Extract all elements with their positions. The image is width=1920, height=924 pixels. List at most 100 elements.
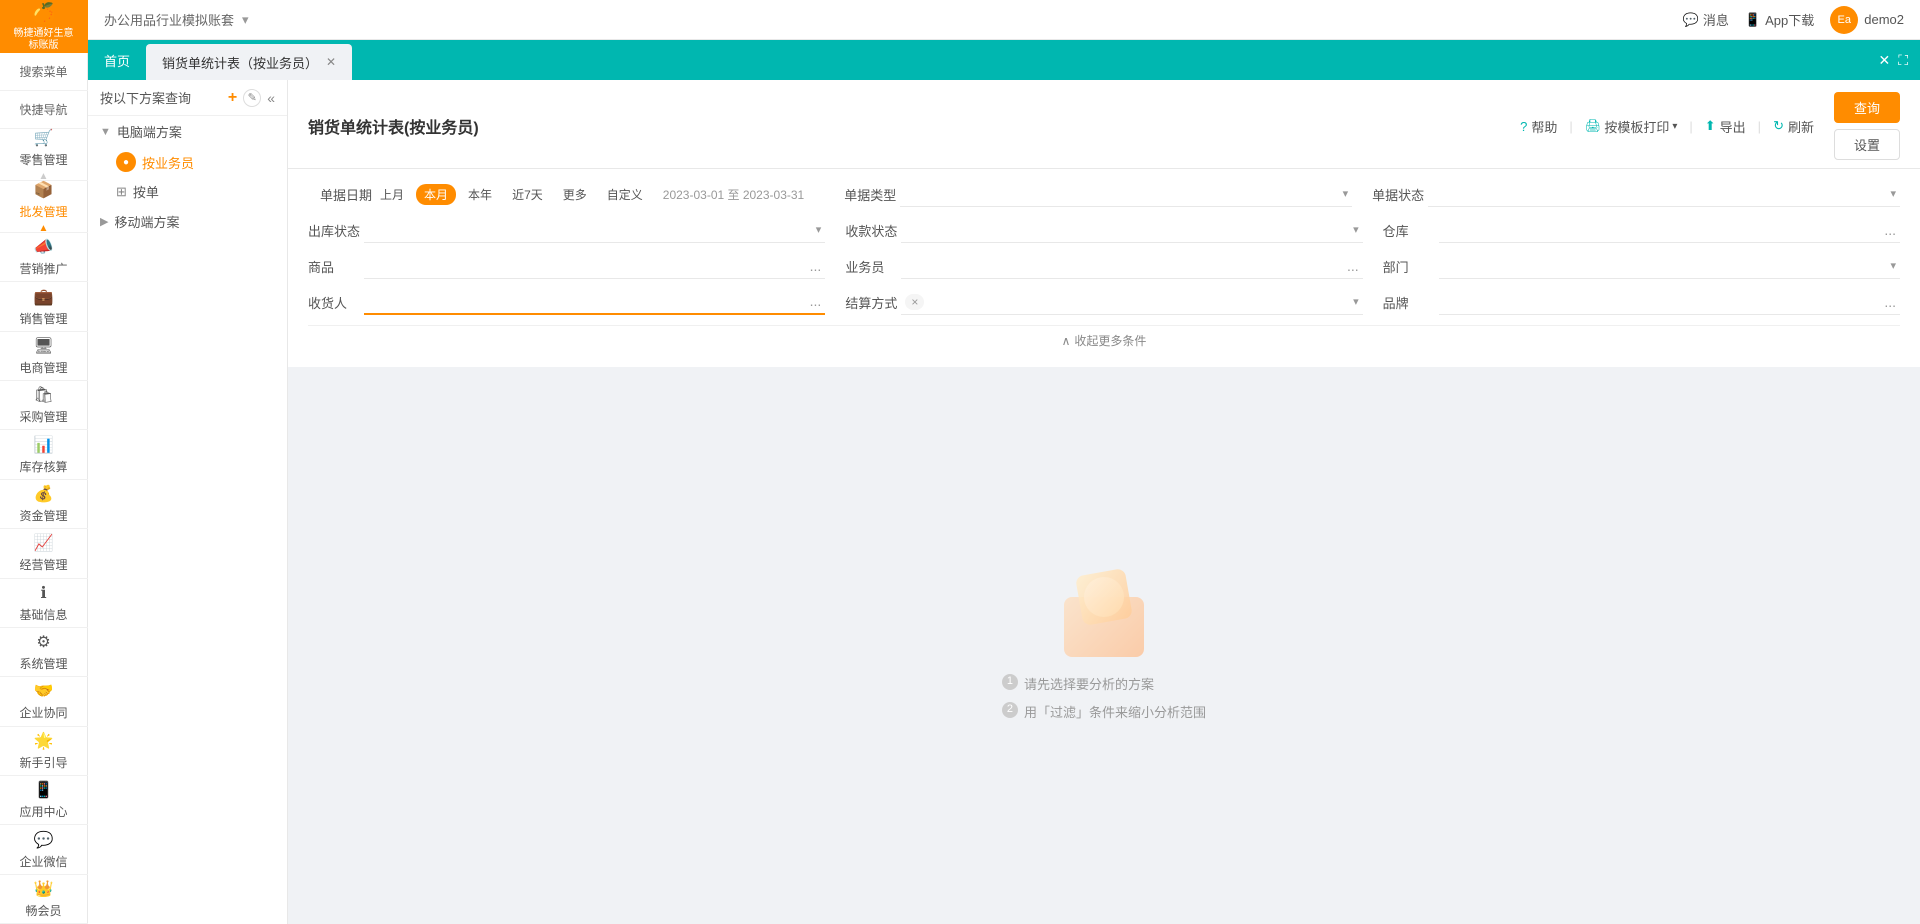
tree-group-mobile[interactable]: ▶ 移动端方案 [88,206,287,237]
sidebar-item-member[interactable]: 👑 畅会员 [0,875,88,924]
doc-type-arrow: ▾ [1343,187,1349,200]
marketing-icon: 📣 [34,237,54,257]
sidebar-item-system[interactable]: ⚙ 系统管理 [0,628,88,677]
tab-salesstat[interactable]: 销货单统计表（按业务员） ✕ [146,44,352,80]
tree-item-by-salesman[interactable]: ● 按业务员 [88,147,287,177]
corp-icon: 🤝 [34,681,54,701]
dept-select[interactable]: ▾ [1439,253,1900,279]
goods-dots[interactable]: ... [810,258,822,274]
date-tab-lastmonth[interactable]: 上月 [372,184,412,205]
sidebar-item-wholesale[interactable]: 📦 批发管理 ▲ [0,181,88,233]
sidebar-item-corp[interactable]: 🤝 企业协同 [0,677,88,726]
date-tab-thisyear[interactable]: 本年 [460,184,500,205]
edit-scheme-button[interactable]: ✎ [243,89,261,107]
scroll-outer: 按以下方案查询 + ✎ « ▼ 电脑端方案 ● 按业务员 ⊞ 按单 [88,80,1920,924]
receipt-status-select[interactable]: ▾ [901,217,1362,243]
tab-home[interactable]: 首页 [88,40,146,80]
purchase-icon: 🛍 [33,385,53,405]
tab-expand-icon[interactable]: ⛶ [1898,52,1908,69]
page-title: 销货单统计表(按业务员) [308,114,479,138]
salesman-label: 业务员 [845,257,901,276]
tab-close-window-icon[interactable]: ✕ [1878,52,1890,69]
print-arrow-icon: ▾ [1672,121,1677,132]
filter-row-3: 商品 ... 业务员 ... 部门 [308,253,1900,279]
page-header: 销货单统计表(按业务员) ? 帮助 | 🖨 按模板打印 ▾ | ⬆ [288,80,1920,169]
out-status-label: 出库状态 [308,221,364,240]
sidebar-item-ecom[interactable]: 🖥 电商管理 [0,332,88,381]
logo-icon: 🍊 [31,1,56,26]
retail-icon: 🛒 [34,128,54,148]
collapse-panel-button[interactable]: « [267,90,275,106]
dept-arrow: ▾ [1890,259,1896,272]
sidebar-item-finance[interactable]: 💰 资金管理 [0,480,88,529]
sidebar-item-basic[interactable]: ℹ 基础信息 [0,579,88,628]
page-actions: ? 帮助 | 🖨 按模板打印 ▾ | ⬆ 导出 | [1520,92,1900,160]
logo[interactable]: 🍊 畅捷通好生意 标账版 [0,0,88,53]
date-tab-7days[interactable]: 近7天 [504,184,551,205]
sidebar-item-inventory[interactable]: 📊 库存核算 [0,430,88,479]
header-actions: 💬 消息 📱 App下载 Ea demo2 [1683,6,1904,34]
date-tabs: 上月 本月 本年 近7天 更多 自定义 [372,184,651,205]
receiver-select[interactable]: ... [364,289,825,315]
date-range-display: 2023-03-01 至 2023-03-31 [663,186,804,203]
receiver-dots[interactable]: ... [810,293,822,309]
sidebar-item-shortcuts[interactable]: 快捷导航 [0,91,88,129]
sidebar-item-sales[interactable]: 💼 销售管理 [0,282,88,331]
wholesale-icon: 📦 [34,180,54,200]
doc-status-label: 单据状态 [1372,185,1428,204]
app-name-area: 办公用品行业模拟账套 ▾ [104,10,249,29]
date-tab-more[interactable]: 更多 [555,184,595,205]
sidebar-item-search[interactable]: 搜索菜单 [0,53,88,91]
tab-bar-actions: ✕ ⛶ [1878,52,1920,69]
newbie-icon: 🌟 [34,731,54,751]
message-icon: 💬 [1683,12,1699,28]
filter-row-date: 单据日期 上月 本月 本年 近7天 更多 自定义 2023-03-01 至 20… [308,181,1900,207]
add-scheme-button[interactable]: + [228,89,237,107]
sidebar-item-wxwork[interactable]: 💬 企业微信 [0,825,88,874]
sidebar-item-marketing[interactable]: 📣 营销推广 [0,233,88,282]
date-tab-thismonth[interactable]: 本月 [416,184,456,205]
query-button[interactable]: 查询 [1834,92,1900,123]
pay-method-select[interactable]: × ▾ [901,289,1362,315]
print-icon: 🖨 [1585,118,1602,134]
collapse-icon: ∧ [1062,334,1071,348]
inventory-icon: 📊 [34,435,54,455]
template-print-button[interactable]: 🖨 按模板打印 ▾ [1585,117,1678,136]
sidebar-item-operations[interactable]: 📈 经营管理 [0,529,88,578]
date-tab-custom[interactable]: 自定义 [599,184,651,205]
message-button[interactable]: 💬 消息 [1683,10,1729,29]
settings-button[interactable]: 设置 [1834,129,1900,160]
warehouse-label: 仓库 [1383,221,1439,240]
filter-row-2: 出库状态 ▾ 收款状态 ▾ 仓库 [308,217,1900,243]
refresh-button[interactable]: ↻ 刷新 [1773,117,1814,136]
out-status-select[interactable]: ▾ [364,217,825,243]
export-button[interactable]: ⬆ 导出 [1705,117,1746,136]
brand-select[interactable]: ... [1439,289,1900,315]
sidebar-item-retail[interactable]: 🛒 零售管理 ▲ [0,129,88,181]
doc-status-select[interactable]: ▾ [1428,181,1900,207]
app-download-button[interactable]: 📱 App下载 [1745,10,1814,29]
goods-select[interactable]: ... [364,253,825,279]
user-menu-button[interactable]: Ea demo2 [1830,6,1904,34]
sidebar-item-purchase[interactable]: 🛍 采购管理 [0,381,88,430]
warehouse-select[interactable]: ... [1439,217,1900,243]
tree-group-desktop[interactable]: ▼ 电脑端方案 [88,116,287,147]
receiver-label: 收货人 [308,293,364,312]
sidebar-item-appcenter[interactable]: 📱 应用中心 [0,776,88,825]
doc-type-select[interactable]: ▾ [900,181,1352,207]
sidebar-item-newbie[interactable]: 🌟 新手引导 [0,727,88,776]
content-area: 1 请先选择要分析的方案 2 用「过滤」条件来缩小分析范围 [288,367,1920,924]
basic-icon: ℹ [40,583,46,603]
salesman-select[interactable]: ... [901,253,1362,279]
collapse-filters-button[interactable]: ∧ 收起更多条件 [308,325,1900,355]
help-button[interactable]: ? 帮助 [1520,117,1557,136]
app-name-arrow[interactable]: ▾ [242,12,249,28]
salesman-dots[interactable]: ... [1347,258,1359,274]
pay-method-clear-icon[interactable]: × [911,295,918,309]
left-panel-tools: + ✎ « [228,89,275,107]
brand-dots[interactable]: ... [1884,294,1896,310]
logo-text: 畅捷通好生意 标账版 [14,28,74,52]
tree-item-by-order[interactable]: ⊞ 按单 [88,177,287,206]
tab-close-icon[interactable]: ✕ [326,55,336,69]
warehouse-dots[interactable]: ... [1884,222,1896,238]
